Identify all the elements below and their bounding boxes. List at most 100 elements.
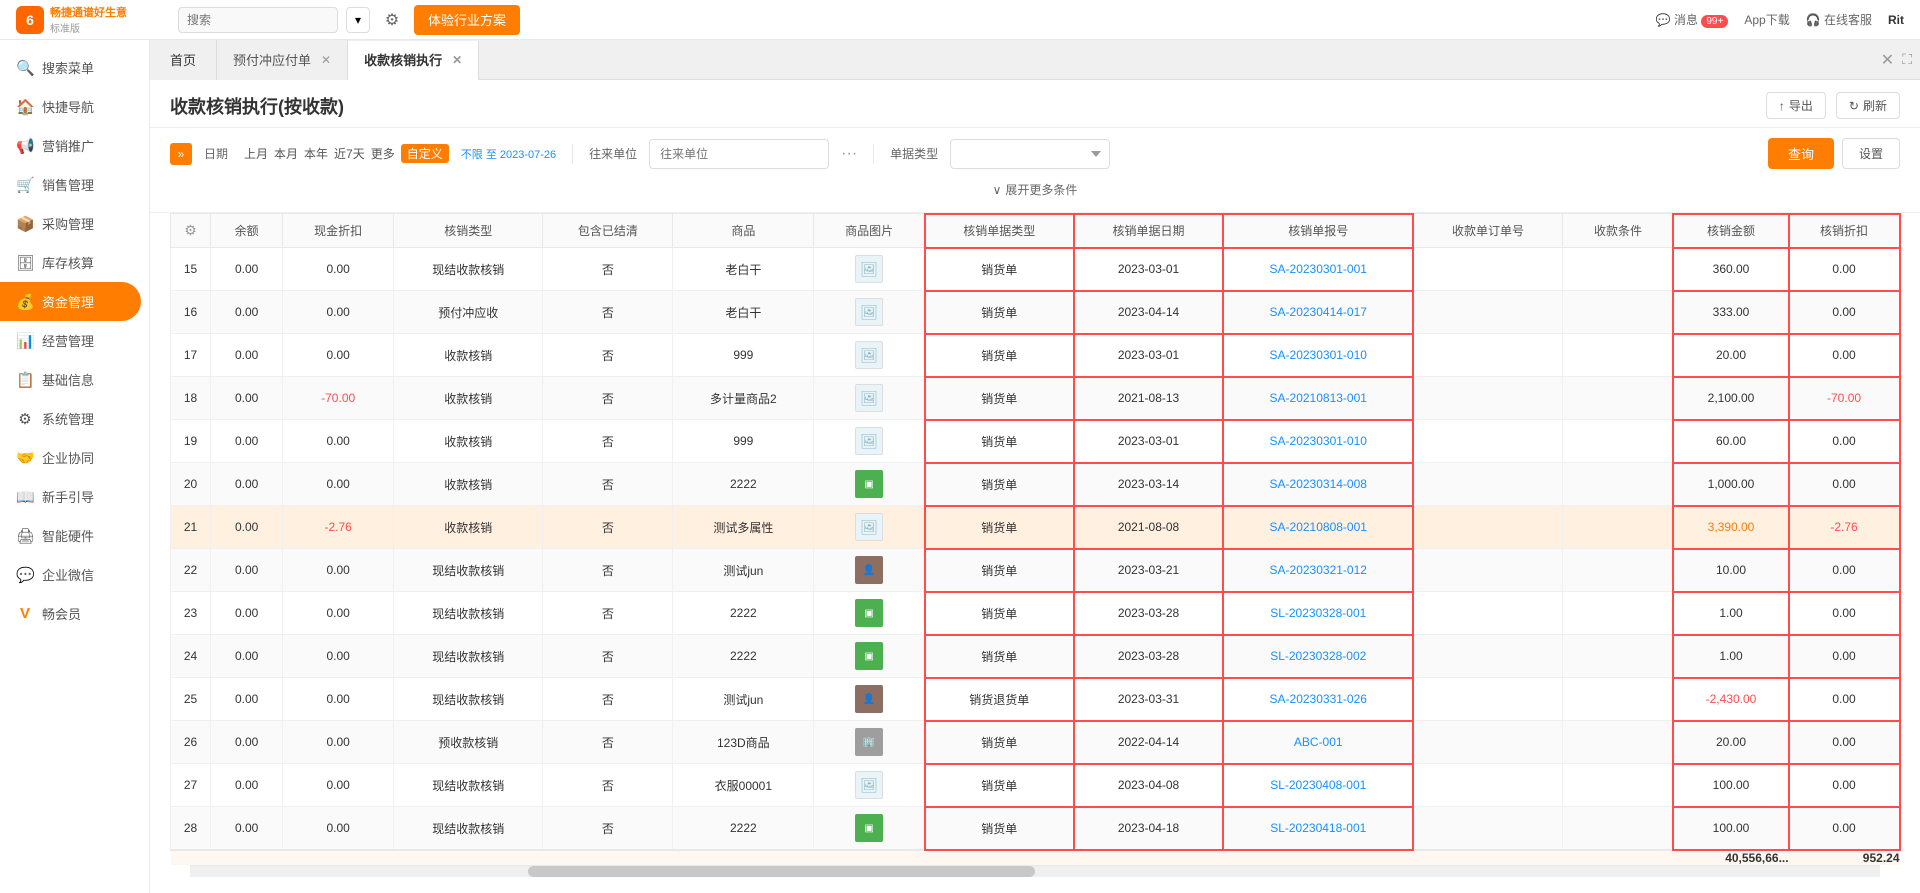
bill-report-no-link[interactable]: SA-20230321-012 — [1270, 563, 1367, 577]
gear-btn[interactable]: ⚙ — [378, 6, 406, 34]
balance-cell: 0.00 — [211, 334, 283, 377]
bill-report-no-cell[interactable]: SA-20230301-010 — [1223, 334, 1413, 377]
sidebar-item-purchase[interactable]: 📦 采购管理 — [0, 204, 149, 243]
partner-more-btn[interactable]: ··· — [841, 145, 857, 163]
writeoff-type-cell: 收款核销 — [394, 377, 543, 420]
date-link-7days[interactable]: 近7天 — [334, 145, 365, 162]
goods-cell: 老白干 — [673, 291, 814, 334]
bill-report-type-cell: 销货单 — [925, 463, 1074, 506]
wx-icon: 💬 — [16, 566, 34, 584]
sidebar-item-marketing[interactable]: 📢 营销推广 — [0, 126, 149, 165]
receipt-condition-cell — [1563, 807, 1674, 851]
app-download-btn[interactable]: App下载 — [1744, 11, 1789, 28]
sidebar-item-enterprise[interactable]: 🤝 企业协同 — [0, 438, 149, 477]
bill-report-no-cell[interactable]: SA-20230414-017 — [1223, 291, 1413, 334]
receipt-condition-cell — [1563, 291, 1674, 334]
maximize-btn[interactable]: ⛶ — [1902, 51, 1912, 68]
sidebar-item-sales[interactable]: 🛒 销售管理 — [0, 165, 149, 204]
sidebar-item-wx[interactable]: 💬 企业微信 — [0, 555, 149, 594]
bill-report-no-cell[interactable]: SL-20230418-001 — [1223, 807, 1413, 851]
expand-more-btn[interactable]: ∨ 展开更多条件 — [993, 181, 1078, 198]
balance-cell: 0.00 — [211, 764, 283, 807]
filter-expand-arrow[interactable]: » — [170, 143, 192, 165]
writeoff-discount-cell: 0.00 — [1789, 764, 1900, 807]
message-btn[interactable]: 💬 消息 99+ — [1656, 11, 1729, 28]
tab-writeoff[interactable]: 收款核销执行 ✕ — [348, 41, 479, 81]
bill-report-no-link[interactable]: SA-20210813-001 — [1270, 391, 1367, 405]
sidebar-item-guide[interactable]: 📖 新手引导 — [0, 477, 149, 516]
sidebar-item-quick-nav[interactable]: 🏠 快捷导航 — [0, 87, 149, 126]
tab-close-writeoff[interactable]: ✕ — [452, 53, 462, 67]
date-link-custom[interactable]: 自定义 — [401, 144, 449, 163]
export-btn[interactable]: ↑ 导出 — [1766, 92, 1826, 119]
bill-report-no-link[interactable]: SA-20230414-017 — [1270, 305, 1367, 319]
bill-report-date-cell: 2023-03-28 — [1074, 635, 1223, 678]
bill-report-no-link[interactable]: SL-20230328-002 — [1270, 649, 1366, 663]
col-bill-report-no: 核销单报号 — [1223, 214, 1413, 248]
refresh-btn[interactable]: ↻ 刷新 — [1836, 92, 1900, 119]
tab-close-prepay[interactable]: ✕ — [321, 53, 331, 67]
bill-report-no-link[interactable]: SA-20230301-001 — [1270, 262, 1367, 276]
search-input[interactable] — [178, 7, 338, 33]
guide-icon: 📖 — [16, 488, 34, 506]
bill-report-no-cell[interactable]: SA-20230314-008 — [1223, 463, 1413, 506]
bill-report-no-cell[interactable]: SL-20230408-001 — [1223, 764, 1413, 807]
bill-report-no-link[interactable]: SA-20230301-010 — [1270, 434, 1367, 448]
bill-report-no-cell[interactable]: SA-20210808-001 — [1223, 506, 1413, 549]
bill-report-no-link[interactable]: ABC-001 — [1294, 735, 1343, 749]
user-name[interactable]: Rit — [1888, 13, 1904, 27]
close-all-btn[interactable]: ✕ — [1881, 50, 1894, 70]
bill-report-no-cell[interactable]: SA-20210813-001 — [1223, 377, 1413, 420]
bill-report-no-link[interactable]: SA-20230331-026 — [1270, 692, 1367, 706]
date-range[interactable]: 不限 至 2023-07-26 — [461, 146, 556, 162]
bill-report-no-cell[interactable]: SL-20230328-001 — [1223, 592, 1413, 635]
tab-home[interactable]: 首页 — [150, 40, 217, 80]
bill-report-no-cell[interactable]: ABC-001 — [1223, 721, 1413, 764]
date-link-last-month[interactable]: 上月 — [244, 145, 268, 162]
bill-report-no-cell[interactable]: SA-20230301-010 — [1223, 420, 1413, 463]
date-link-this-year[interactable]: 本年 — [304, 145, 328, 162]
online-service-btn[interactable]: 🎧 在线客服 — [1806, 11, 1872, 28]
bill-report-no-cell[interactable]: SA-20230301-001 — [1223, 248, 1413, 291]
sidebar-item-basic[interactable]: 📋 基础信息 — [0, 360, 149, 399]
bill-report-no-link[interactable]: SL-20230408-001 — [1270, 778, 1366, 792]
goods-cell: 2222 — [673, 592, 814, 635]
bill-report-no-cell[interactable]: SA-20230331-026 — [1223, 678, 1413, 721]
include-settled-cell: 否 — [543, 506, 673, 549]
sidebar-item-fund[interactable]: 💰 资金管理 — [0, 282, 141, 321]
col-settings[interactable]: ⚙ — [171, 214, 211, 248]
bill-report-no-link[interactable]: SA-20230314-008 — [1270, 477, 1367, 491]
date-link-this-month[interactable]: 本月 — [274, 145, 298, 162]
setting-btn[interactable]: 设置 — [1842, 138, 1900, 169]
sidebar-item-operation[interactable]: 📊 经营管理 — [0, 321, 149, 360]
bill-report-date-cell: 2021-08-08 — [1074, 506, 1223, 549]
sidebar-item-vip[interactable]: V 畅会员 — [0, 594, 149, 633]
horizontal-scrollbar[interactable] — [190, 865, 1880, 877]
bill-report-no-link[interactable]: SA-20230301-010 — [1270, 348, 1367, 362]
bill-report-no-link[interactable]: SA-20210808-001 — [1270, 520, 1367, 534]
industry-btn[interactable]: 体验行业方案 — [414, 5, 520, 35]
query-btn[interactable]: 查询 — [1768, 138, 1834, 169]
bill-report-no-cell[interactable]: SA-20230321-012 — [1223, 549, 1413, 592]
tab-prepay[interactable]: 预付冲应付单 ✕ — [217, 40, 348, 80]
sidebar-item-search-menu[interactable]: 🔍 搜索菜单 — [0, 48, 149, 87]
receipt-condition-cell — [1563, 549, 1674, 592]
sidebar-item-system[interactable]: ⚙ 系统管理 — [0, 399, 149, 438]
date-link-more[interactable]: 更多 — [371, 145, 395, 162]
bill-report-no-link[interactable]: SL-20230328-001 — [1270, 606, 1366, 620]
dropdown-btn[interactable]: ▾ — [346, 7, 370, 33]
bill-type-select[interactable] — [950, 139, 1110, 169]
inventory-icon: 🗄 — [16, 254, 34, 272]
goods-cell: 2222 — [673, 635, 814, 678]
partner-input[interactable] — [649, 139, 829, 169]
table-row: 200.000.00收款核销否2222▣销货单2023-03-14SA-2023… — [171, 463, 1900, 506]
bill-report-no-link[interactable]: SL-20230418-001 — [1270, 821, 1366, 835]
settings-icon[interactable]: ⚙ — [184, 222, 197, 238]
bill-report-no-cell[interactable]: SL-20230328-002 — [1223, 635, 1413, 678]
sidebar-item-inventory[interactable]: 🗄 库存核算 — [0, 243, 149, 282]
writeoff-discount-cell: 0.00 — [1789, 807, 1900, 851]
sidebar-item-smart-hw[interactable]: 🖨 智能硬件 — [0, 516, 149, 555]
scrollbar-thumb[interactable] — [528, 866, 1035, 877]
expand-icon: ∨ — [993, 183, 1002, 197]
goods-cell: 衣服00001 — [673, 764, 814, 807]
